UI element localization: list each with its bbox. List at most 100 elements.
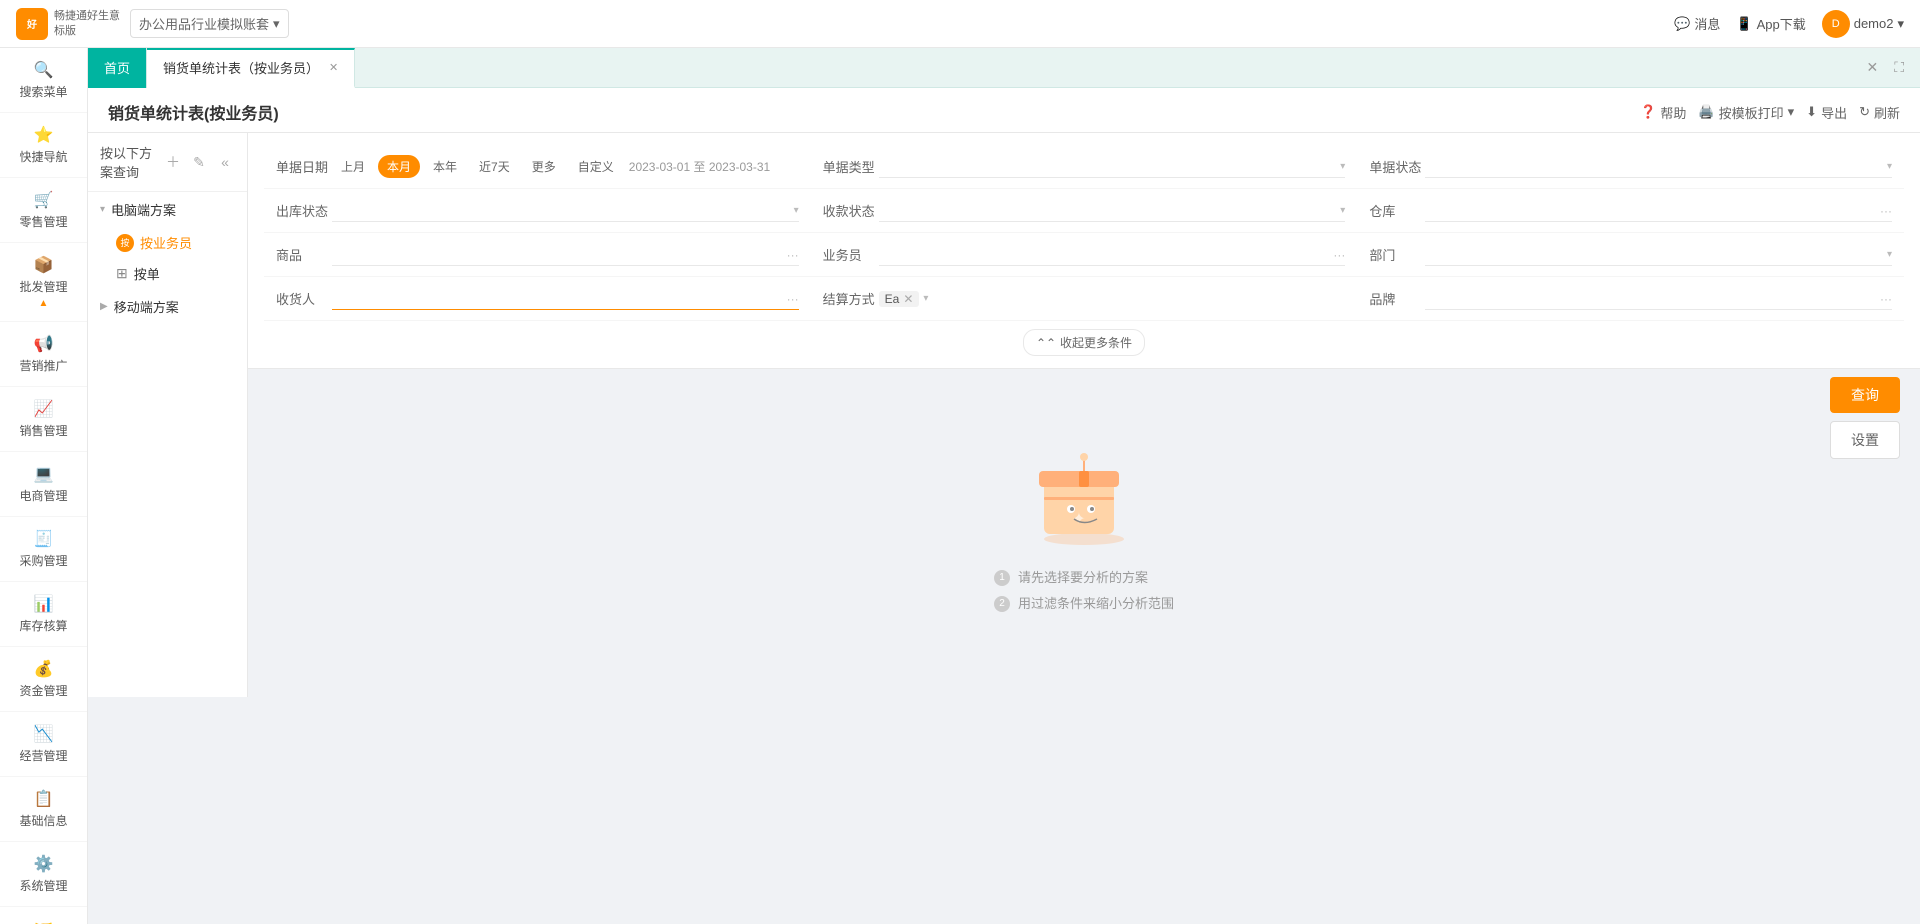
- dept-chevron-icon[interactable]: ▾: [1887, 249, 1892, 260]
- receiptstatus-chevron-icon[interactable]: ▾: [1340, 205, 1345, 216]
- refresh-icon: ↻: [1859, 104, 1870, 120]
- refresh-btn[interactable]: ↻ 刷新: [1859, 103, 1900, 122]
- settle-tag-remove[interactable]: ✕: [903, 292, 913, 306]
- home-label: 首页: [104, 58, 130, 77]
- close-tab-icon[interactable]: ✕: [329, 61, 338, 74]
- dept-input[interactable]: [1425, 244, 1892, 266]
- tab-report[interactable]: 销货单统计表（按业务员） ✕: [147, 48, 355, 88]
- left-panel-header: 按以下方案查询 ＋ ✎ «: [88, 133, 247, 192]
- tree-mobile-schemes[interactable]: ▶ 移动端方案: [88, 289, 247, 324]
- filter-row-3: 商品 ··· 业务员 ···: [264, 233, 1904, 277]
- sidebar-item-ecom[interactable]: 💻 电商管理: [0, 452, 87, 517]
- tree-desktop-schemes[interactable]: ▾ 电脑端方案: [88, 192, 247, 227]
- edit-scheme-btn[interactable]: ✎: [189, 152, 209, 172]
- sidebar-item-label: 营销推广: [4, 357, 83, 374]
- receiver-dots-icon[interactable]: ···: [787, 292, 799, 306]
- sidebar-item-retail[interactable]: 🛒 零售管理: [0, 178, 87, 243]
- left-panel-title: 按以下方案查询: [100, 143, 163, 181]
- message-btn[interactable]: 💬 消息: [1674, 14, 1720, 33]
- sidebar-item-finance[interactable]: 💰 资金管理: [0, 647, 87, 712]
- outstatus-input[interactable]: [332, 200, 799, 222]
- hint-num-2: 2: [994, 596, 1010, 612]
- date-last-7-days[interactable]: 近7天: [470, 155, 519, 178]
- export-btn[interactable]: ⬇ 导出: [1806, 103, 1847, 122]
- setting-button[interactable]: 设置: [1830, 421, 1900, 459]
- settle-tag: Ea ✕: [879, 291, 920, 307]
- docstatus-chevron-icon[interactable]: ▾: [1887, 161, 1892, 172]
- add-scheme-btn[interactable]: ＋: [163, 152, 183, 172]
- sidebar-item-system[interactable]: ⚙️ 系统管理: [0, 842, 87, 907]
- collapse-label: 收起更多条件: [1060, 334, 1132, 351]
- collapse-panel-btn[interactable]: «: [215, 152, 235, 172]
- sidebar-item-marketing[interactable]: 📢 营销推广: [0, 322, 87, 387]
- sidebar-item-corp[interactable]: 🤝 企业协同: [0, 907, 87, 924]
- sidebar-item-label: 库存核算: [4, 617, 83, 634]
- receiptstatus-input[interactable]: [879, 200, 1346, 222]
- filter-brand-cell: 品牌 ···: [1357, 277, 1904, 321]
- sidebar-item-operation[interactable]: 📉 经营管理: [0, 712, 87, 777]
- salesman-dots-icon[interactable]: ···: [1333, 248, 1345, 262]
- date-custom[interactable]: 自定义: [569, 155, 623, 178]
- sidebar-item-inventory[interactable]: 📊 库存核算: [0, 582, 87, 647]
- tree-by-salesman[interactable]: 按 按业务员: [88, 227, 247, 258]
- print-btn[interactable]: 🖨️ 按模板打印 ▾: [1698, 103, 1794, 122]
- doctype-chevron-icon[interactable]: ▾: [1340, 161, 1345, 172]
- help-btn[interactable]: ❓ 帮助: [1640, 103, 1686, 122]
- sidebar-item-search[interactable]: 🔍 搜索菜单: [0, 48, 87, 113]
- goods-input[interactable]: [332, 244, 799, 266]
- content-body: 按以下方案查询 ＋ ✎ « ▾ 电脑端方案: [88, 133, 1920, 697]
- date-last-month[interactable]: 上月: [332, 155, 374, 178]
- sidebar-item-sales[interactable]: 📈 销售管理: [0, 387, 87, 452]
- sidebar-item-label: 资金管理: [4, 682, 83, 699]
- filter-row-4: 收货人 ··· 结算方式 Ea: [264, 277, 1904, 321]
- filter-section: 单据日期 上月 本月 本年 近7天 更多 自定义: [248, 133, 1920, 369]
- avatar: D: [1822, 10, 1850, 38]
- brand-input[interactable]: [1425, 288, 1892, 310]
- sidebar: 🔍 搜索菜单 ⭐ 快捷导航 🛒 零售管理 📦 批发管理 ▲ 📢 营销推广 📈 销…: [0, 48, 88, 924]
- chevron-down-icon: ▾: [100, 204, 105, 215]
- download-icon: 📱: [1736, 16, 1752, 32]
- logo-area: 好 畅捷通好生意 标版: [16, 8, 120, 40]
- tab-home[interactable]: 首页: [88, 48, 147, 88]
- sidebar-item-wholesale[interactable]: 📦 批发管理 ▲: [0, 243, 87, 322]
- empty-state: ✦: [248, 369, 1920, 697]
- by-order-label: 按单: [134, 264, 160, 283]
- brand-dots-icon[interactable]: ···: [1880, 292, 1892, 306]
- receiver-input[interactable]: [332, 288, 799, 310]
- sidebar-item-basic[interactable]: 📋 基础信息: [0, 777, 87, 842]
- hint-text-2: 用过滤条件来缩小分析范围: [1018, 591, 1174, 617]
- filter-dept-cell: 部门 ▾: [1357, 233, 1904, 277]
- docstatus-input[interactable]: [1425, 156, 1892, 178]
- date-more[interactable]: 更多: [523, 155, 565, 178]
- filter-settle-cell: 结算方式 Ea ✕ ▾: [811, 277, 1358, 321]
- sidebar-item-label: 销售管理: [4, 422, 83, 439]
- warehouse-input[interactable]: [1425, 200, 1892, 222]
- outstatus-label: 出库状态: [276, 201, 332, 220]
- sidebar-item-purchase[interactable]: 🧾 采购管理: [0, 517, 87, 582]
- page-header: 销货单统计表(按业务员) ❓ 帮助 🖨️ 按模板打印 ▾ ⬇ 导出: [88, 88, 1920, 133]
- company-selector[interactable]: 办公用品行业模拟账套 ▾: [130, 9, 289, 38]
- topbar: 好 畅捷通好生意 标版 办公用品行业模拟账套 ▾ 💬 消息 📱 App下载 D …: [0, 0, 1920, 48]
- maximize-icon[interactable]: ⛶: [1894, 59, 1904, 76]
- close-window-icon[interactable]: ✕: [1866, 59, 1878, 76]
- chevron-down-icon: ▾: [273, 16, 280, 32]
- user-menu-btn[interactable]: D demo2 ▾: [1822, 10, 1904, 38]
- tree-by-order[interactable]: ⊞ 按单: [88, 258, 247, 289]
- date-this-month[interactable]: 本月: [378, 155, 420, 178]
- query-button[interactable]: 查询: [1830, 377, 1900, 413]
- date-range-value: 2023-03-01 至 2023-03-31: [629, 158, 770, 175]
- outstatus-input-area: ▾: [332, 200, 799, 222]
- app-body: 🔍 搜索菜单 ⭐ 快捷导航 🛒 零售管理 📦 批发管理 ▲ 📢 营销推广 📈 销…: [0, 48, 1920, 924]
- docstatus-input-area: ▾: [1425, 156, 1892, 178]
- hint-text-1: 请先选择要分析的方案: [1018, 565, 1148, 591]
- doctype-input[interactable]: [879, 156, 1346, 178]
- date-this-year[interactable]: 本年: [424, 155, 466, 178]
- settle-chevron-icon[interactable]: ▾: [923, 293, 928, 304]
- salesman-input[interactable]: [879, 244, 1346, 266]
- outstatus-chevron-icon[interactable]: ▾: [794, 205, 799, 216]
- sidebar-item-quicknav[interactable]: ⭐ 快捷导航: [0, 113, 87, 178]
- app-download-btn[interactable]: 📱 App下载: [1736, 14, 1805, 33]
- goods-dots-icon[interactable]: ···: [787, 248, 799, 262]
- warehouse-dots-icon[interactable]: ···: [1880, 204, 1892, 218]
- collapse-filter-btn[interactable]: ⌃⌃ 收起更多条件: [1023, 329, 1145, 356]
